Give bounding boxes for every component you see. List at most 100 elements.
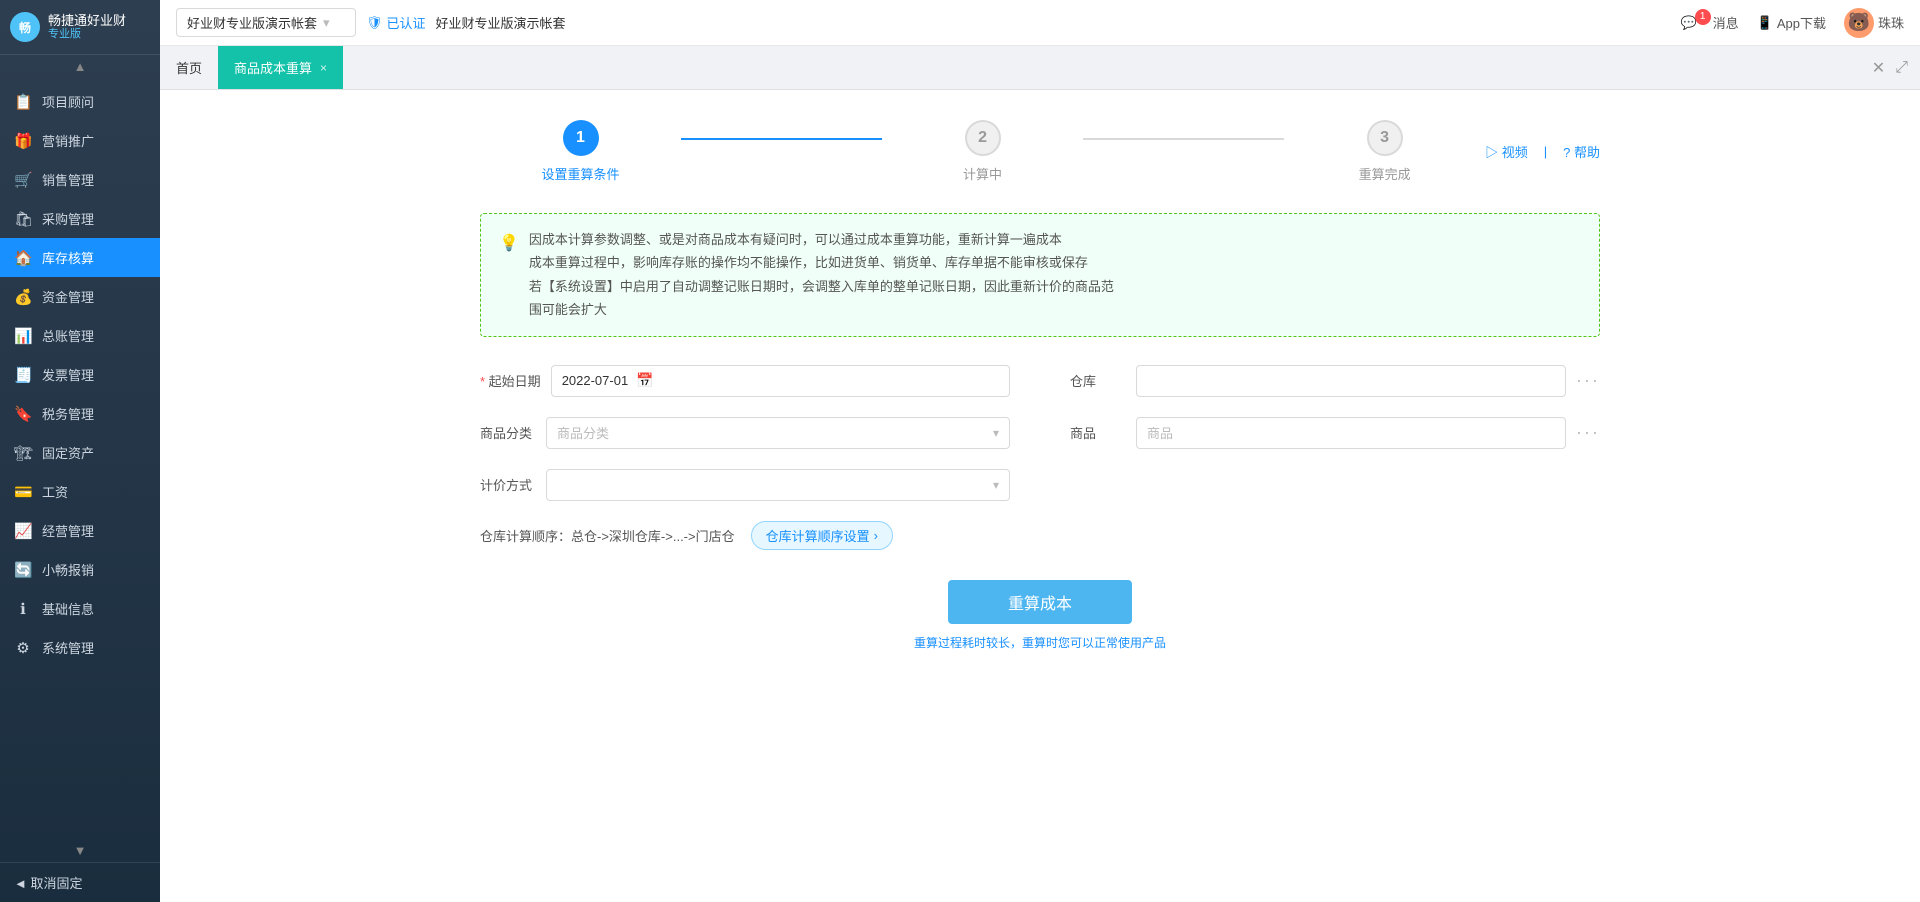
info-line-3: 若【系统设置】中启用了自动调整记账日期时，会调整入库单的整单记账日期，因此重新计… xyxy=(529,275,1114,298)
pricing-input[interactable]: ▾ xyxy=(546,469,1010,501)
sidebar-item-invoice[interactable]: 🧾 发票管理 xyxy=(0,355,160,394)
warehouse-order-btn-text: 仓库计算顺序设置 xyxy=(766,526,870,545)
tax-icon: 🔖 xyxy=(14,405,32,423)
verified-badge: 🛡 已认证 xyxy=(366,13,426,32)
video-link[interactable]: ▷ 视频 xyxy=(1485,142,1528,161)
warehouse-row: 仓库 ··· xyxy=(1070,365,1600,397)
product-row: 商品 商品 ··· xyxy=(1070,417,1600,449)
step-line-1 xyxy=(681,138,882,140)
tab-controls: ✕ ⤢ xyxy=(1872,58,1920,78)
help-divider: | xyxy=(1544,144,1547,159)
sidebar-item-basic[interactable]: ℹ 基础信息 xyxy=(0,589,160,628)
recalculate-button[interactable]: 重算成本 xyxy=(948,580,1132,624)
step-line-2 xyxy=(1083,138,1284,140)
account-select-text: 好业财专业版演示帐套 xyxy=(187,13,317,32)
product-more-icon[interactable]: ··· xyxy=(1576,422,1600,443)
sidebar: 畅 畅捷通好业财 专业版 ▲ 📋 项目顾问 🎁 营销推广 🛒 销售管理 🛍 采购… xyxy=(0,0,160,902)
question-icon: ? xyxy=(1563,145,1574,160)
project-icon: 📋 xyxy=(14,93,32,111)
sidebar-item-expense[interactable]: 🔄 小畅报销 xyxy=(0,550,160,589)
sidebar-item-asset[interactable]: 🏗 固定资产 xyxy=(0,433,160,472)
warehouse-input[interactable] xyxy=(1136,365,1566,397)
warehouse-order-row: 仓库计算顺序：总仓->深圳仓库->...->门店仓 仓库计算顺序设置 › xyxy=(480,521,1600,550)
marketing-icon: 🎁 xyxy=(14,132,32,150)
sidebar-scroll-down[interactable]: ▼ xyxy=(0,839,160,862)
message-badge: 1 xyxy=(1695,9,1711,25)
asset-icon: 🏗 xyxy=(14,444,32,462)
recalc-hint: 重算过程耗时较长，重算时您可以正常使用产品 xyxy=(480,634,1600,651)
finance-icon: 💰 xyxy=(14,288,32,306)
tab-active[interactable]: 商品成本重算 × xyxy=(218,46,343,89)
sidebar-item-project[interactable]: 📋 项目顾问 xyxy=(0,82,160,121)
category-placeholder: 商品分类 xyxy=(557,423,609,442)
category-input[interactable]: 商品分类 ▾ xyxy=(546,417,1010,449)
sidebar-item-label: 基础信息 xyxy=(42,599,94,618)
sidebar-item-label: 营销推广 xyxy=(42,131,94,150)
sidebar-item-finance[interactable]: 💰 资金管理 xyxy=(0,277,160,316)
user-avatar-button[interactable]: 🐻 珠珠 xyxy=(1844,8,1904,38)
expense-icon: 🔄 xyxy=(14,561,32,579)
step-2: 2 计算中 xyxy=(882,120,1083,183)
close-button[interactable]: ✕ xyxy=(1872,58,1885,78)
tab-close-icon[interactable]: × xyxy=(320,61,327,75)
message-button[interactable]: 💬 1 消息 xyxy=(1680,13,1738,32)
chevron-down-icon: ▾ xyxy=(993,426,999,440)
sidebar-item-system[interactable]: ⚙ 系统管理 xyxy=(0,628,160,667)
step-3-label: 重算完成 xyxy=(1359,164,1411,183)
sidebar-item-label: 采购管理 xyxy=(42,209,94,228)
sidebar-item-marketing[interactable]: 🎁 营销推广 xyxy=(0,121,160,160)
chevron-down-icon: ▾ xyxy=(323,15,330,31)
tab-bar: 首页 商品成本重算 × ✕ ⤢ xyxy=(160,46,1920,90)
account-name: 好业财专业版演示帐套 xyxy=(436,13,566,32)
start-date-input[interactable]: 2022-07-01 📅 xyxy=(551,365,1010,397)
info-text: 因成本计算参数调整、或是对商品成本有疑问时，可以通过成本重算功能，重新计算一遍成… xyxy=(529,228,1114,322)
calendar-icon[interactable]: 📅 xyxy=(636,372,653,389)
verified-text: 已认证 xyxy=(387,13,426,32)
steps-container: 1 设置重算条件 2 计算中 xyxy=(480,120,1600,183)
sidebar-item-salary[interactable]: 💳 工资 xyxy=(0,472,160,511)
chevron-down-icon: ▾ xyxy=(993,478,999,492)
sidebar-item-tax[interactable]: 🔖 税务管理 xyxy=(0,394,160,433)
sidebar-item-sales[interactable]: 🛒 销售管理 xyxy=(0,160,160,199)
sidebar-scroll-up[interactable]: ▲ xyxy=(0,55,160,78)
logo-icon: 畅 xyxy=(10,12,40,42)
tab-home-label: 首页 xyxy=(176,58,202,77)
phone-icon: 📱 xyxy=(1757,15,1773,31)
warehouse-label: 仓库 xyxy=(1070,371,1126,390)
warehouse-order-button[interactable]: 仓库计算顺序设置 › xyxy=(751,521,893,550)
sidebar-unpin[interactable]: ◄ 取消固定 xyxy=(0,862,160,902)
sidebar-nav: 📋 项目顾问 🎁 营销推广 🛒 销售管理 🛍 采购管理 🏠 库存核算 💰 资金管… xyxy=(0,78,160,839)
top-header: 好业财专业版演示帐套 ▾ 🛡 已认证 好业财专业版演示帐套 💬 1 消息 📱 A… xyxy=(160,0,1920,46)
sidebar-item-operation[interactable]: 📈 经营管理 xyxy=(0,511,160,550)
header-right: 💬 1 消息 📱 App下载 🐻 珠珠 xyxy=(1680,8,1904,38)
avatar: 🐻 xyxy=(1844,8,1874,38)
sidebar-item-label: 项目顾问 xyxy=(42,92,94,111)
info-line-4: 围可能会扩大 xyxy=(529,298,1114,321)
sidebar-logo: 畅 畅捷通好业财 专业版 xyxy=(0,0,160,55)
form-grid: 起始日期 2022-07-01 📅 仓库 ··· 商品分类 xyxy=(480,365,1600,501)
system-icon: ⚙ xyxy=(14,639,32,657)
sidebar-item-label: 系统管理 xyxy=(42,638,94,657)
product-label: 商品 xyxy=(1070,423,1126,442)
step-1-circle: 1 xyxy=(563,120,599,156)
account-select[interactable]: 好业财专业版演示帐套 ▾ xyxy=(176,8,356,37)
sidebar-item-purchase[interactable]: 🛍 采购管理 xyxy=(0,199,160,238)
sidebar-item-accounting[interactable]: 📊 总账管理 xyxy=(0,316,160,355)
sidebar-item-inventory[interactable]: 🏠 库存核算 xyxy=(0,238,160,277)
warehouse-more-icon[interactable]: ··· xyxy=(1576,370,1600,391)
shield-icon: 🛡 xyxy=(366,15,383,31)
step-3: 3 重算完成 xyxy=(1284,120,1485,183)
expand-icon[interactable]: ⤢ xyxy=(1895,59,1908,77)
info-box: 💡 因成本计算参数调整、或是对商品成本有疑问时，可以通过成本重算功能，重新计算一… xyxy=(480,213,1600,337)
operation-icon: 📈 xyxy=(14,522,32,540)
product-input[interactable]: 商品 xyxy=(1136,417,1566,449)
help-link[interactable]: ? 帮助 xyxy=(1563,142,1600,161)
app-download-button[interactable]: 📱 App下载 xyxy=(1757,13,1826,32)
warehouse-order-label: 仓库计算顺序：总仓->深圳仓库->...->门店仓 xyxy=(480,526,735,545)
content-inner: 1 设置重算条件 2 计算中 xyxy=(440,90,1640,681)
date-value: 2022-07-01 xyxy=(562,373,629,388)
tab-home[interactable]: 首页 xyxy=(160,46,218,89)
basic-icon: ℹ xyxy=(14,600,32,618)
pricing-row: 计价方式 ▾ xyxy=(480,469,1010,501)
message-label: 消息 xyxy=(1713,13,1739,32)
